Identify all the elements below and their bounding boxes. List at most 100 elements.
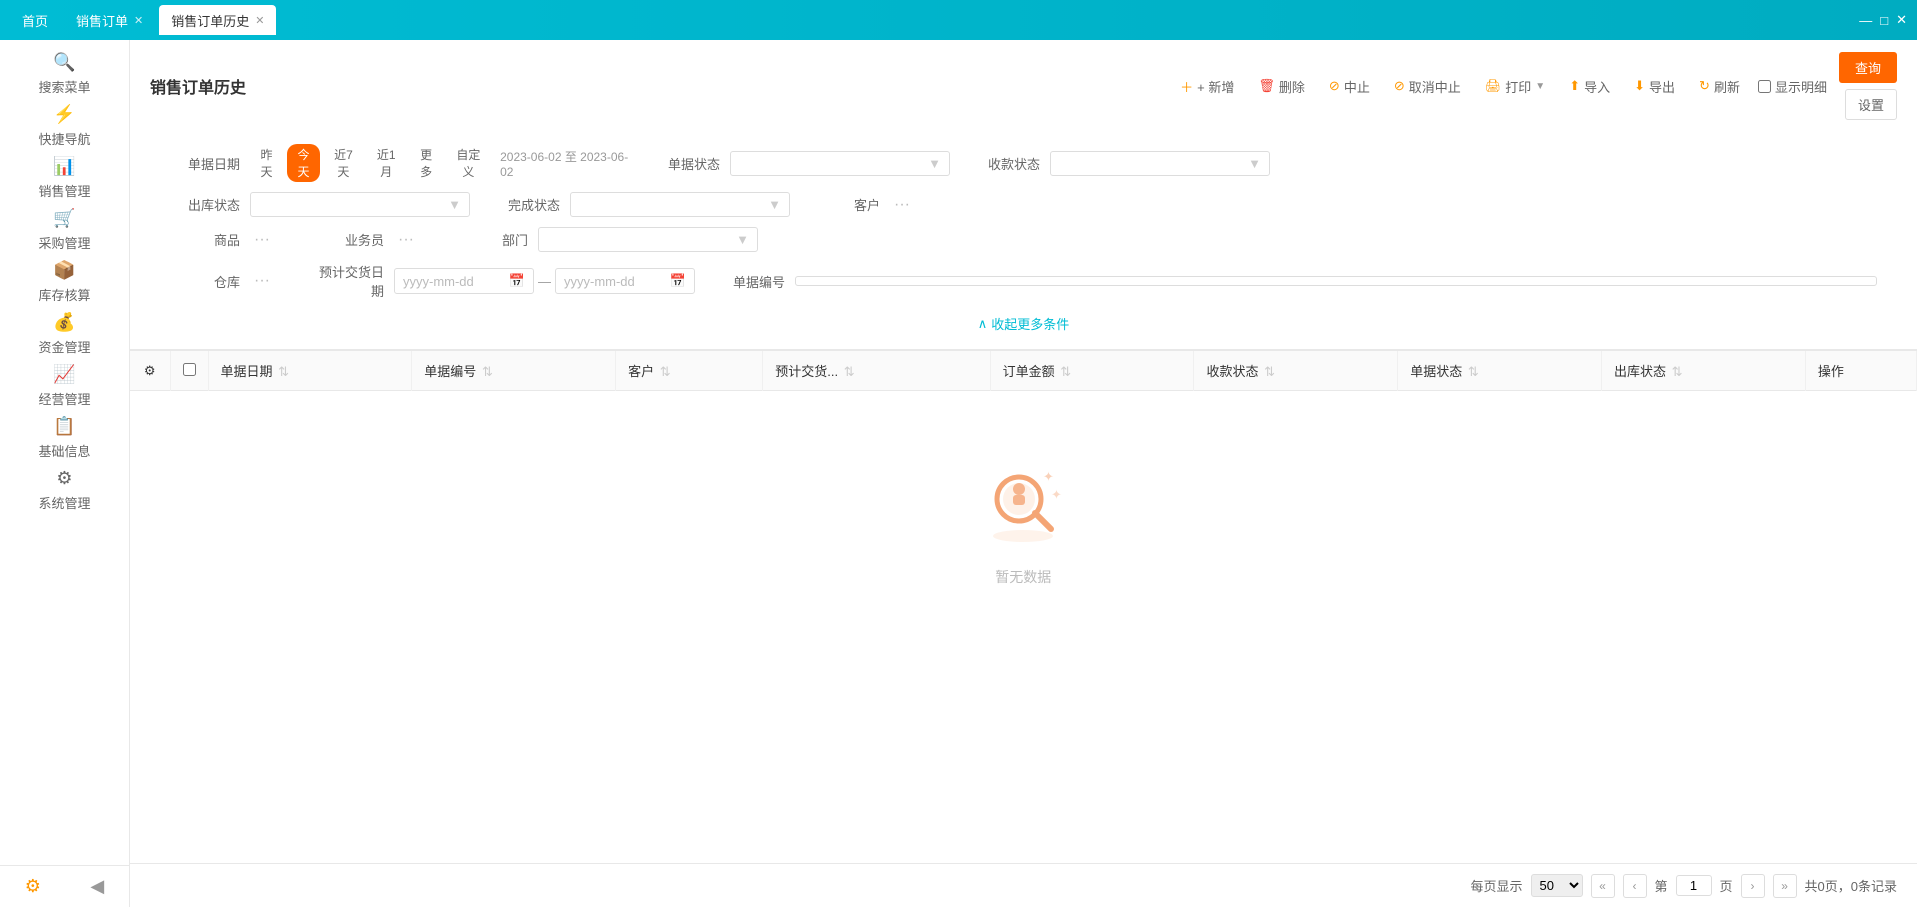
sidebar-item-ops-mgmt-label: 经营管理 — [38, 389, 90, 408]
tab-sales-order-close[interactable]: ✕ — [134, 14, 143, 27]
import-button[interactable]: ⬆ 导入 — [1563, 73, 1616, 100]
first-page-btn[interactable]: « — [1591, 874, 1615, 898]
new-label: + 新增 — [1197, 77, 1234, 96]
order-status-sort-icon: ⇅ — [1468, 364, 1479, 379]
tab-home[interactable]: 首页 — [10, 5, 60, 35]
tab-home-label: 首页 — [22, 11, 48, 30]
setting-button[interactable]: 设置 — [1845, 89, 1897, 120]
th-date[interactable]: 单据日期 ⇅ — [208, 351, 412, 391]
export-button[interactable]: ⬇ 导出 — [1628, 73, 1681, 100]
filter-section: 单据日期 昨天 今天 近7天 近1月 更多 自定义 2023-06-02 至 2… — [150, 132, 1897, 349]
sidebar-item-purchase-mgmt[interactable]: 🛒 采购管理 — [0, 204, 129, 256]
th-order-status[interactable]: 单据状态 ⇅ — [1398, 351, 1602, 391]
filter-row-2: 出库状态 ▼ 完成状态 ▼ 客户 ··· — [170, 192, 1877, 217]
product-picker[interactable]: ··· — [250, 231, 274, 249]
receipt-status-select[interactable]: ▼ — [1050, 151, 1270, 176]
salesperson-label: 业务员 — [314, 230, 394, 249]
import-label: 导入 — [1584, 77, 1610, 96]
date-btn-7days[interactable]: 近7天 — [324, 144, 363, 182]
sidebar: 🔍 搜索菜单 ⚡ 快捷导航 📊 销售管理 🛒 采购管理 📦 库存核算 💰 资金管… — [0, 40, 130, 907]
receipt-status-label: 收款状态 — [970, 154, 1050, 173]
stop-button[interactable]: ⊘ 中止 — [1323, 73, 1376, 100]
close-window-btn[interactable]: ✕ — [1896, 12, 1907, 28]
date-btn-yesterday[interactable]: 昨天 — [250, 144, 283, 182]
page-header: 销售订单历史 ＋ + 新增 🗑 删除 ⊘ 中止 ⊘ — [130, 40, 1917, 350]
customer-picker[interactable]: ··· — [890, 196, 914, 214]
sidebar-collapse-icon[interactable]: ◀ — [90, 876, 104, 897]
sidebar-item-inventory-check[interactable]: 📦 库存核算 — [0, 256, 129, 308]
sidebar-item-quick-nav[interactable]: ⚡ 快捷导航 — [0, 100, 129, 152]
warehouse-label: 仓库 — [170, 272, 250, 291]
table-settings-icon[interactable]: ⚙ — [144, 363, 156, 378]
prev-page-btn[interactable]: ‹ — [1623, 874, 1647, 898]
cancel-stop-button[interactable]: ⊘ 取消中止 — [1388, 73, 1467, 100]
select-all-checkbox[interactable] — [183, 363, 196, 376]
sidebar-item-fund-mgmt[interactable]: 💰 资金管理 — [0, 308, 129, 360]
sidebar-item-search-menu[interactable]: 🔍 搜索菜单 — [0, 48, 129, 100]
expected-date-start[interactable]: yyyy-mm-dd 📅 — [394, 268, 534, 294]
purchase-mgmt-icon: 🛒 — [53, 208, 75, 229]
tab-sales-order-history-close[interactable]: ✕ — [255, 14, 264, 27]
tab-sales-order-history[interactable]: 销售订单历史 ✕ — [159, 5, 276, 35]
delete-button[interactable]: 🗑 删除 — [1252, 73, 1311, 100]
sidebar-item-sys-mgmt[interactable]: ⚙ 系统管理 — [0, 464, 129, 516]
date-btn-custom[interactable]: 自定义 — [447, 144, 490, 182]
pagination-bar: 每页显示 50 20 100 « ‹ 第 页 › » 共0页，0条记录 — [130, 863, 1917, 907]
sales-mgmt-icon: 📊 — [53, 156, 75, 177]
calendar-start-icon[interactable]: 📅 — [509, 273, 525, 289]
search-setting-group: 查询 设置 — [1839, 52, 1897, 120]
sidebar-item-fund-mgmt-label: 资金管理 — [38, 337, 90, 356]
department-label: 部门 — [458, 230, 538, 249]
tab-sales-order-history-label: 销售订单历史 — [171, 11, 249, 30]
print-button[interactable]: 🖨 打印 ▼ — [1479, 73, 1551, 100]
out-stock-status-select[interactable]: ▼ — [250, 192, 470, 217]
calendar-end-icon[interactable]: 📅 — [670, 273, 686, 289]
th-out-stock-status[interactable]: 出库状态 ⇅ — [1602, 351, 1806, 391]
order-status-label: 单据状态 — [650, 154, 730, 173]
date-btn-more[interactable]: 更多 — [410, 144, 443, 182]
display-detail-checkbox[interactable] — [1758, 80, 1771, 93]
order-status-select[interactable]: ▼ — [730, 151, 950, 176]
display-detail-check[interactable]: 显示明细 — [1758, 77, 1827, 96]
date-btn-today[interactable]: 今天 — [287, 144, 320, 182]
refresh-button[interactable]: ↻ 刷新 — [1693, 73, 1746, 100]
warehouse-picker[interactable]: ··· — [250, 272, 274, 290]
complete-status-select[interactable]: ▼ — [570, 192, 790, 217]
maximize-btn[interactable]: □ — [1880, 13, 1888, 28]
new-button[interactable]: ＋ + 新增 — [1174, 73, 1240, 100]
sidebar-item-sys-mgmt-label: 系统管理 — [38, 493, 90, 512]
th-settings[interactable]: ⚙ — [130, 351, 170, 391]
date-btn-1month[interactable]: 近1月 — [367, 144, 406, 182]
minimize-btn[interactable]: — — [1859, 13, 1872, 28]
search-button[interactable]: 查询 — [1839, 52, 1897, 83]
collapse-row[interactable]: ∧ 收起更多条件 — [170, 310, 1877, 337]
last-page-btn[interactable]: » — [1773, 874, 1797, 898]
svg-text:✦: ✦ — [1051, 487, 1062, 502]
th-checkbox[interactable] — [170, 351, 208, 391]
th-order-amount[interactable]: 订单金额 ⇅ — [990, 351, 1194, 391]
page-label: 第 — [1655, 876, 1668, 895]
sidebar-item-quick-nav-label: 快捷导航 — [38, 129, 90, 148]
fund-mgmt-icon: 💰 — [53, 312, 75, 333]
th-receipt-status[interactable]: 收款状态 ⇅ — [1194, 351, 1398, 391]
complete-status-label: 完成状态 — [490, 195, 570, 214]
expected-date-end[interactable]: yyyy-mm-dd 📅 — [555, 268, 695, 294]
sidebar-item-ops-mgmt[interactable]: 📈 经营管理 — [0, 360, 129, 412]
new-icon: ＋ — [1180, 77, 1193, 96]
page-size-select[interactable]: 50 20 100 — [1531, 874, 1583, 897]
sidebar-settings-icon[interactable]: ⚙ — [25, 876, 41, 897]
sidebar-item-sales-mgmt[interactable]: 📊 销售管理 — [0, 152, 129, 204]
tab-sales-order[interactable]: 销售订单 ✕ — [64, 5, 155, 35]
sidebar-item-basic-info[interactable]: 📋 基础信息 — [0, 412, 129, 464]
order-no-input[interactable] — [795, 276, 1877, 286]
department-select[interactable]: ▼ — [538, 227, 758, 252]
salesperson-picker[interactable]: ··· — [394, 231, 418, 249]
next-page-btn[interactable]: › — [1741, 874, 1765, 898]
th-expected-date[interactable]: 预计交货... ⇅ — [763, 351, 990, 391]
order-status-dropdown-icon: ▼ — [928, 156, 941, 171]
th-customer[interactable]: 客户 ⇅ — [616, 351, 763, 391]
th-order-no[interactable]: 单据编号 ⇅ — [412, 351, 616, 391]
current-page-input[interactable] — [1676, 875, 1712, 896]
sidebar-bottom: ⚙ ◀ — [0, 865, 129, 907]
top-bar: 首页 销售订单 ✕ 销售订单历史 ✕ — □ ✕ — [0, 0, 1917, 40]
